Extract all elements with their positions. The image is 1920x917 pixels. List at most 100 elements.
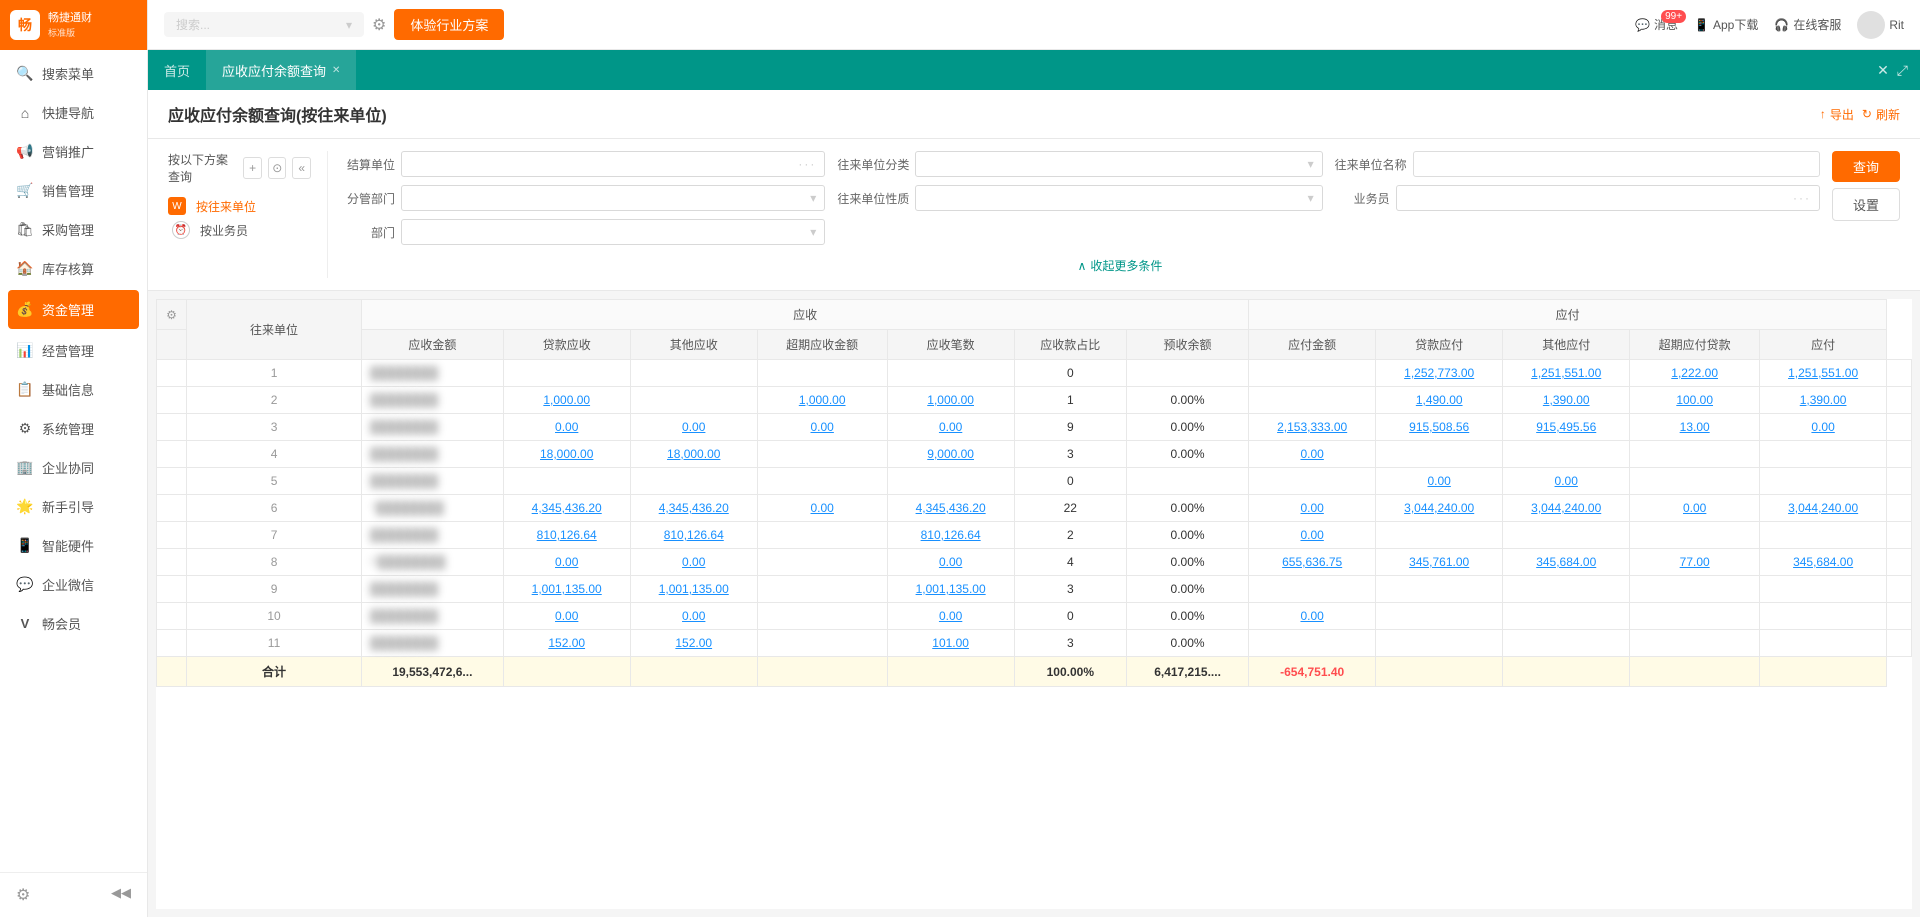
sidebar-item-sales[interactable]: 🛒 销售管理 <box>0 171 147 210</box>
table-cell[interactable]: 1,000.00 <box>503 387 630 414</box>
table-cell[interactable]: 0.00 <box>1249 522 1376 549</box>
query-button[interactable]: 查询 <box>1832 151 1900 182</box>
table-cell[interactable]: 1,390.00 <box>1503 387 1630 414</box>
header-user[interactable]: Rit <box>1857 11 1904 39</box>
edit-scheme-icon[interactable]: ⊙ <box>268 157 287 179</box>
sidebar-item-wechat[interactable]: 💬 企业微信 <box>0 565 147 604</box>
table-cell[interactable]: 1,252,773.00 <box>1376 360 1503 387</box>
tab-home[interactable]: 首页 <box>148 50 206 90</box>
settlement-unit-control[interactable]: ··· <box>401 151 825 177</box>
header-message[interactable]: 💬 消息 99+ <box>1635 16 1678 33</box>
sidebar-collapse-icon[interactable]: ◀◀ <box>111 885 131 905</box>
scheme-by-customer[interactable]: W 按往来单位 <box>168 197 311 215</box>
header-online-service[interactable]: 🎧 在线客服 <box>1774 16 1841 33</box>
table-cell[interactable]: 0.00 <box>1249 441 1376 468</box>
trial-button[interactable]: 体验行业方案 <box>394 9 504 40</box>
sidebar-item-search[interactable]: 🔍 搜索菜单 <box>0 54 147 93</box>
table-cell[interactable]: 100.00 <box>1630 387 1760 414</box>
table-settings-icon[interactable]: ⚙ <box>166 308 177 322</box>
table-cell[interactable]: 0.00 <box>503 549 630 576</box>
header-gear-icon[interactable]: ⚙ <box>372 15 386 35</box>
table-cell[interactable]: 1,000.00 <box>757 387 887 414</box>
refresh-button[interactable]: ↻ 刷新 <box>1862 106 1900 123</box>
sidebar-item-quicknav[interactable]: ⌂ 快捷导航 <box>0 93 147 132</box>
table-cell[interactable]: 0.00 <box>1249 603 1376 630</box>
table-cell[interactable]: 0.00 <box>1503 468 1630 495</box>
table-cell[interactable]: 0.00 <box>1760 414 1887 441</box>
sidebar-settings-icon[interactable]: ⚙ <box>16 885 30 905</box>
table-cell[interactable]: 345,684.00 <box>1760 549 1887 576</box>
collapse-more-button[interactable]: ∧ 收起更多条件 <box>340 253 1900 278</box>
table-cell[interactable]: 1,000.00 <box>887 387 1014 414</box>
department-control[interactable]: ▾ <box>401 219 825 245</box>
scheme-by-staff[interactable]: ⏰ 按业务员 <box>168 221 311 239</box>
setting-button[interactable]: 设置 <box>1832 188 1900 221</box>
table-cell[interactable]: 0.00 <box>630 414 757 441</box>
header-app-download[interactable]: 📱 App下载 <box>1694 16 1758 33</box>
table-cell[interactable]: 13.00 <box>1630 414 1760 441</box>
table-cell[interactable]: 0.00 <box>887 414 1014 441</box>
sidebar-item-system[interactable]: ⚙ 系统管理 <box>0 409 147 448</box>
table-cell[interactable]: 152.00 <box>630 630 757 657</box>
customer-category-control[interactable]: ▾ <box>915 151 1322 177</box>
table-cell[interactable]: 0.00 <box>757 414 887 441</box>
tab-expand-icon[interactable]: ⤢ <box>1897 62 1908 79</box>
table-cell[interactable]: 0.00 <box>630 549 757 576</box>
table-cell[interactable]: 1,001,135.00 <box>887 576 1014 603</box>
table-cell[interactable]: 810,126.64 <box>503 522 630 549</box>
table-cell[interactable]: 915,495.56 <box>1503 414 1630 441</box>
table-cell[interactable]: 0.00 <box>630 603 757 630</box>
table-cell[interactable]: 4,345,436.20 <box>503 495 630 522</box>
table-cell[interactable]: 0.00 <box>1630 495 1760 522</box>
table-cell[interactable]: 810,126.64 <box>887 522 1014 549</box>
tab-close-icon[interactable]: ✕ <box>332 65 340 76</box>
table-cell[interactable]: 1,001,135.00 <box>630 576 757 603</box>
table-cell[interactable]: 3,044,240.00 <box>1376 495 1503 522</box>
table-cell[interactable]: 3,044,240.00 <box>1503 495 1630 522</box>
export-button[interactable]: ↑ 导出 <box>1820 106 1854 123</box>
table-cell[interactable]: 0.00 <box>503 414 630 441</box>
dept-manager-control[interactable]: ▾ <box>401 185 825 211</box>
table-cell[interactable]: 1,001,135.00 <box>503 576 630 603</box>
table-cell[interactable]: 1,251,551.00 <box>1503 360 1630 387</box>
add-scheme-icon[interactable]: + <box>243 157 262 179</box>
table-cell[interactable]: 4,345,436.20 <box>630 495 757 522</box>
table-cell[interactable]: 1,490.00 <box>1376 387 1503 414</box>
table-cell[interactable]: 1,251,551.00 <box>1760 360 1887 387</box>
sidebar-item-enterprise[interactable]: 🏢 企业协同 <box>0 448 147 487</box>
table-cell[interactable]: 1,222.00 <box>1630 360 1760 387</box>
table-cell[interactable]: 0.00 <box>1376 468 1503 495</box>
table-cell[interactable]: 1,390.00 <box>1760 387 1887 414</box>
sidebar-item-operations[interactable]: 📊 经营管理 <box>0 331 147 370</box>
table-cell[interactable]: 9,000.00 <box>887 441 1014 468</box>
table-cell[interactable]: 0.00 <box>1249 495 1376 522</box>
sidebar-item-member[interactable]: V 畅会员 <box>0 604 147 643</box>
sidebar-item-marketing[interactable]: 📢 营销推广 <box>0 132 147 171</box>
tab-close-all-icon[interactable]: ✕ <box>1877 62 1889 79</box>
table-cell[interactable]: 3,044,240.00 <box>1760 495 1887 522</box>
table-cell[interactable]: 810,126.64 <box>630 522 757 549</box>
table-cell[interactable]: 18,000.00 <box>503 441 630 468</box>
table-cell[interactable]: 655,636.75 <box>1249 549 1376 576</box>
sidebar-item-finance[interactable]: 💰 资金管理 <box>8 290 139 329</box>
customer-name-input[interactable] <box>1413 151 1820 177</box>
table-cell[interactable]: 0.00 <box>887 549 1014 576</box>
table-cell[interactable]: 152.00 <box>503 630 630 657</box>
sidebar-item-inventory[interactable]: 🏠 库存核算 <box>0 249 147 288</box>
table-cell[interactable]: 0.00 <box>757 495 887 522</box>
table-cell[interactable]: 0.00 <box>887 603 1014 630</box>
table-cell[interactable]: 915,508.56 <box>1376 414 1503 441</box>
table-cell[interactable]: 345,761.00 <box>1376 549 1503 576</box>
table-cell[interactable]: 4,345,436.20 <box>887 495 1014 522</box>
sidebar-item-smarthw[interactable]: 📱 智能硬件 <box>0 526 147 565</box>
table-cell[interactable]: 77.00 <box>1630 549 1760 576</box>
sidebar-item-basic[interactable]: 📋 基础信息 <box>0 370 147 409</box>
tab-ar-ap[interactable]: 应收应付余额查询 ✕ <box>206 50 356 90</box>
customer-nature-control[interactable]: ▾ <box>915 185 1322 211</box>
table-cell[interactable]: 18,000.00 <box>630 441 757 468</box>
collapse-scheme-icon[interactable]: « <box>292 157 311 179</box>
sidebar-item-guide[interactable]: 🌟 新手引导 <box>0 487 147 526</box>
table-cell[interactable]: 0.00 <box>503 603 630 630</box>
sidebar-item-purchase[interactable]: 🛍 采购管理 <box>0 210 147 249</box>
table-cell[interactable]: 101.00 <box>887 630 1014 657</box>
